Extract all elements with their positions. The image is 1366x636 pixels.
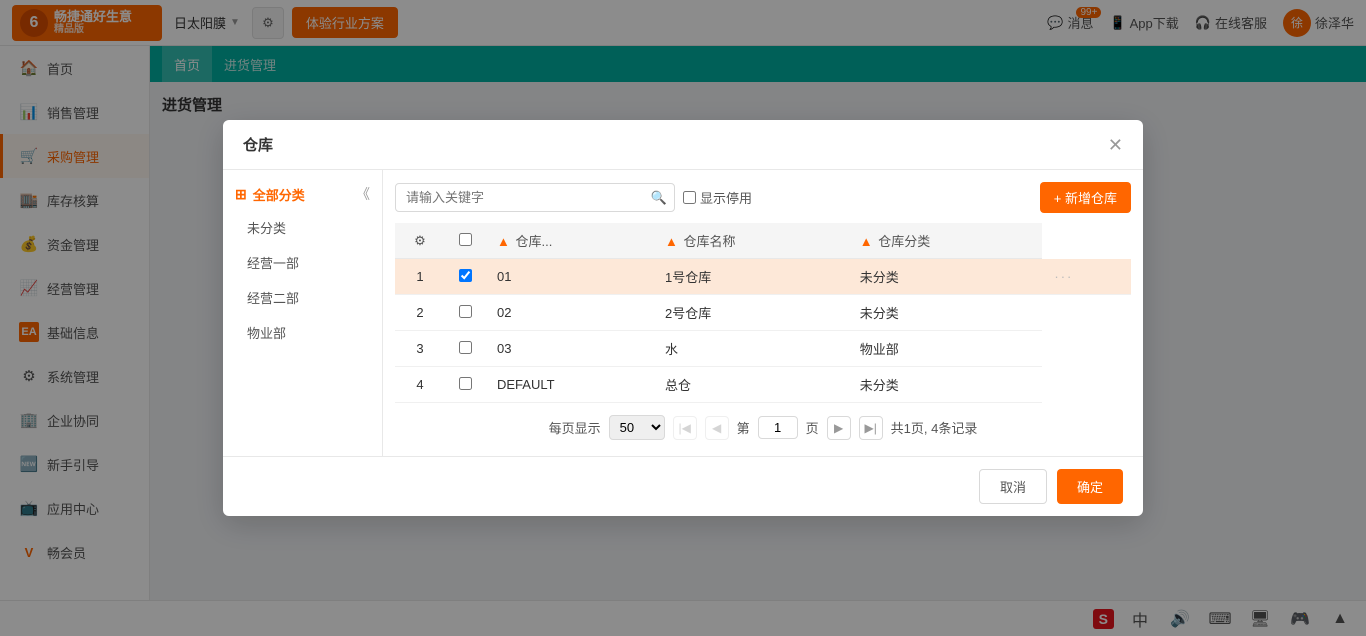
- pagination: 每页显示 50 10 20 100 |◀ ◀ 第 页 ▶ ▶| 共1页, 4条记…: [395, 403, 1131, 444]
- sort-icon: ▲: [497, 234, 510, 249]
- category-item-property[interactable]: 物业部: [223, 315, 382, 350]
- row-checkbox-cell[interactable]: [445, 259, 485, 295]
- dialog-header: 仓库 ✕: [223, 120, 1143, 170]
- next-page-button[interactable]: ▶: [827, 416, 851, 440]
- table-body: 1 01 1号仓库 未分类 ··· 2 02 2号仓库 未分类 3 03 水 物…: [395, 259, 1131, 403]
- search-input[interactable]: [395, 183, 675, 212]
- warehouse-table: ⚙ ▲ 仓库... ▲ 仓库名称: [395, 223, 1131, 403]
- dialog-body: ⊞ 全部分类 《 未分类 经营一部 经营二部 物业部 🔍: [223, 170, 1143, 456]
- sort-icon-cat: ▲: [860, 234, 873, 249]
- dialog-overlay: 仓库 ✕ ⊞ 全部分类 《 未分类 经营一部 经营二部 物业部: [0, 0, 1366, 636]
- all-categories-button[interactable]: ⊞ 全部分类: [235, 185, 305, 204]
- dialog-title: 仓库: [243, 134, 273, 155]
- category-item-ops1[interactable]: 经营一部: [223, 245, 382, 280]
- table-row[interactable]: 2 02 2号仓库 未分类: [395, 295, 1131, 331]
- row-code: 02: [485, 295, 653, 331]
- col-code-header[interactable]: ▲ 仓库...: [485, 223, 653, 259]
- row-num: 3: [395, 331, 445, 367]
- col-check: [445, 223, 485, 259]
- search-icon[interactable]: 🔍: [651, 190, 667, 206]
- row-checkbox[interactable]: [459, 341, 472, 354]
- row-checkbox[interactable]: [459, 305, 472, 318]
- confirm-button[interactable]: 确定: [1057, 469, 1123, 504]
- dialog-content-area: 🔍 显示停用 + 新增仓库 ⚙: [383, 170, 1143, 456]
- row-category: 未分类: [848, 295, 1043, 331]
- row-category: 未分类: [848, 367, 1043, 403]
- category-sidebar: ⊞ 全部分类 《 未分类 经营一部 经营二部 物业部: [223, 170, 383, 456]
- category-header: ⊞ 全部分类 《: [223, 178, 382, 210]
- row-code: 03: [485, 331, 653, 367]
- select-all-checkbox[interactable]: [459, 233, 472, 246]
- add-warehouse-button[interactable]: + 新增仓库: [1040, 182, 1131, 213]
- row-action[interactable]: ···: [1042, 259, 1131, 295]
- row-num: 1: [395, 259, 445, 295]
- first-page-button[interactable]: |◀: [673, 416, 697, 440]
- row-checkbox-cell[interactable]: [445, 367, 485, 403]
- grid-icon: ⊞: [235, 186, 247, 203]
- row-name: 水: [653, 331, 848, 367]
- row-code: DEFAULT: [485, 367, 653, 403]
- cancel-button[interactable]: 取消: [979, 469, 1047, 504]
- table-row[interactable]: 4 DEFAULT 总仓 未分类: [395, 367, 1131, 403]
- row-num: 4: [395, 367, 445, 403]
- col-name-header[interactable]: ▲ 仓库名称: [653, 223, 848, 259]
- table-row[interactable]: 3 03 水 物业部: [395, 331, 1131, 367]
- row-checkbox[interactable]: [459, 377, 472, 390]
- row-checkbox[interactable]: [459, 269, 472, 282]
- table-row[interactable]: 1 01 1号仓库 未分类 ···: [395, 259, 1131, 295]
- prev-page-button[interactable]: ◀: [705, 416, 729, 440]
- row-category: 物业部: [848, 331, 1043, 367]
- category-item-ops2[interactable]: 经营二部: [223, 280, 382, 315]
- row-code: 01: [485, 259, 653, 295]
- search-input-wrap: 🔍: [395, 183, 675, 212]
- last-page-button[interactable]: ▶|: [859, 416, 883, 440]
- category-item-unclassified[interactable]: 未分类: [223, 210, 382, 245]
- show-disabled-label[interactable]: 显示停用: [683, 188, 752, 207]
- row-checkbox-cell[interactable]: [445, 295, 485, 331]
- sort-icon-name: ▲: [665, 234, 678, 249]
- show-disabled-checkbox[interactable]: [683, 191, 696, 204]
- row-checkbox-cell[interactable]: [445, 331, 485, 367]
- collapse-icon[interactable]: 《: [356, 184, 370, 204]
- row-num: 2: [395, 295, 445, 331]
- row-name: 1号仓库: [653, 259, 848, 295]
- per-page-select[interactable]: 50 10 20 100: [609, 415, 665, 440]
- close-icon[interactable]: ✕: [1108, 136, 1123, 154]
- page-number-input[interactable]: [758, 416, 798, 439]
- col-gear[interactable]: ⚙: [395, 223, 445, 259]
- dialog-footer: 取消 确定: [223, 456, 1143, 516]
- row-name: 2号仓库: [653, 295, 848, 331]
- row-category: 未分类: [848, 259, 1043, 295]
- more-actions-icon[interactable]: ···: [1054, 269, 1073, 284]
- col-category-header[interactable]: ▲ 仓库分类: [848, 223, 1043, 259]
- table-header: ⚙ ▲ 仓库... ▲ 仓库名称: [395, 223, 1131, 259]
- row-name: 总仓: [653, 367, 848, 403]
- table-container: ⚙ ▲ 仓库... ▲ 仓库名称: [395, 223, 1131, 403]
- search-bar: 🔍 显示停用 + 新增仓库: [395, 182, 1131, 213]
- warehouse-dialog: 仓库 ✕ ⊞ 全部分类 《 未分类 经营一部 经营二部 物业部: [223, 120, 1143, 516]
